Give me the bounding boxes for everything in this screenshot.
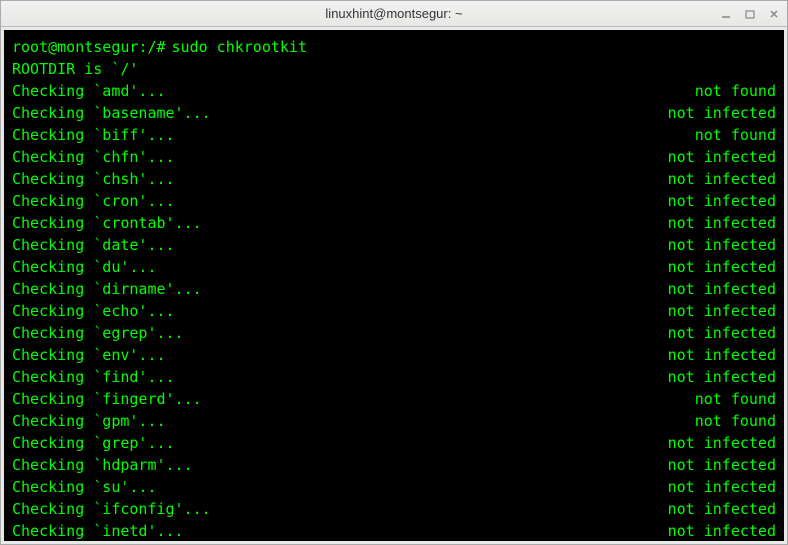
check-name: Checking `chsh'... — [12, 168, 175, 190]
command: sudo chkrootkit — [172, 36, 307, 58]
check-line: Checking `find'... not infected — [12, 366, 776, 388]
check-line: Checking `env'... not infected — [12, 344, 776, 366]
window-controls — [719, 7, 781, 21]
check-name: Checking `hdparm'... — [12, 454, 193, 476]
check-status: not infected — [668, 168, 776, 190]
titlebar: linuxhint@montsegur: ~ — [1, 1, 787, 27]
window-title: linuxhint@montsegur: ~ — [325, 6, 462, 21]
check-name: Checking `su'... — [12, 476, 157, 498]
check-status: not infected — [668, 366, 776, 388]
check-line: Checking `amd'... not found — [12, 80, 776, 102]
check-status: not infected — [668, 234, 776, 256]
check-name: Checking `basename'... — [12, 102, 211, 124]
check-status: not infected — [668, 344, 776, 366]
check-line: Checking `cron'... not infected — [12, 190, 776, 212]
check-status: not infected — [668, 498, 776, 520]
check-name: Checking `env'... — [12, 344, 166, 366]
check-name: Checking `grep'... — [12, 432, 175, 454]
check-name: Checking `amd'... — [12, 80, 166, 102]
check-name: Checking `egrep'... — [12, 322, 184, 344]
maximize-button[interactable] — [743, 7, 757, 21]
check-name: Checking `dirname'... — [12, 278, 202, 300]
check-status: not found — [695, 80, 776, 102]
rootdir-line: ROOTDIR is `/' — [12, 58, 776, 80]
check-status: not infected — [668, 322, 776, 344]
check-line: Checking `du'... not infected — [12, 256, 776, 278]
check-name: Checking `ifconfig'... — [12, 498, 211, 520]
check-name: Checking `echo'... — [12, 300, 175, 322]
terminal-window: linuxhint@montsegur: ~ root@montsegur:/#… — [0, 0, 788, 545]
check-name: Checking `find'... — [12, 366, 175, 388]
check-line: Checking `crontab'... not infected — [12, 212, 776, 234]
check-status: not infected — [668, 102, 776, 124]
check-name: Checking `du'... — [12, 256, 157, 278]
check-name: Checking `gpm'... — [12, 410, 166, 432]
check-status: not infected — [668, 146, 776, 168]
close-button[interactable] — [767, 7, 781, 21]
prompt-line: root@montsegur:/# sudo chkrootkit — [12, 36, 776, 58]
check-line: Checking `fingerd'... not found — [12, 388, 776, 410]
check-line: Checking `su'... not infected — [12, 476, 776, 498]
check-line: Checking `hdparm'... not infected — [12, 454, 776, 476]
check-status: not infected — [668, 212, 776, 234]
check-status: not found — [695, 124, 776, 146]
check-output: Checking `amd'...not foundChecking `base… — [12, 80, 776, 541]
check-line: Checking `grep'... not infected — [12, 432, 776, 454]
check-status: not infected — [668, 454, 776, 476]
check-status: not found — [695, 410, 776, 432]
check-line: Checking `gpm'... not found — [12, 410, 776, 432]
check-line: Checking `ifconfig'... not infected — [12, 498, 776, 520]
check-name: Checking `date'... — [12, 234, 175, 256]
check-name: Checking `chfn'... — [12, 146, 175, 168]
check-name: Checking `inetd'... — [12, 520, 184, 541]
terminal-area[interactable]: root@montsegur:/# sudo chkrootkit ROOTDI… — [4, 30, 784, 541]
check-line: Checking `dirname'... not infected — [12, 278, 776, 300]
check-status: not infected — [668, 256, 776, 278]
check-name: Checking `crontab'... — [12, 212, 202, 234]
check-name: Checking `cron'... — [12, 190, 175, 212]
check-line: Checking `inetd'... not infected — [12, 520, 776, 541]
check-name: Checking `biff'... — [12, 124, 175, 146]
check-status: not found — [695, 388, 776, 410]
check-status: not infected — [668, 300, 776, 322]
prompt: root@montsegur:/# — [12, 36, 166, 58]
minimize-button[interactable] — [719, 7, 733, 21]
check-line: Checking `basename'... not infected — [12, 102, 776, 124]
check-status: not infected — [668, 190, 776, 212]
check-line: Checking `date'... not infected — [12, 234, 776, 256]
check-line: Checking `echo'... not infected — [12, 300, 776, 322]
check-line: Checking `chfn'... not infected — [12, 146, 776, 168]
check-name: Checking `fingerd'... — [12, 388, 202, 410]
check-status: not infected — [668, 476, 776, 498]
check-status: not infected — [668, 278, 776, 300]
check-line: Checking `biff'... not found — [12, 124, 776, 146]
check-line: Checking `egrep'... not infected — [12, 322, 776, 344]
check-status: not infected — [668, 520, 776, 541]
check-line: Checking `chsh'... not infected — [12, 168, 776, 190]
check-status: not infected — [668, 432, 776, 454]
